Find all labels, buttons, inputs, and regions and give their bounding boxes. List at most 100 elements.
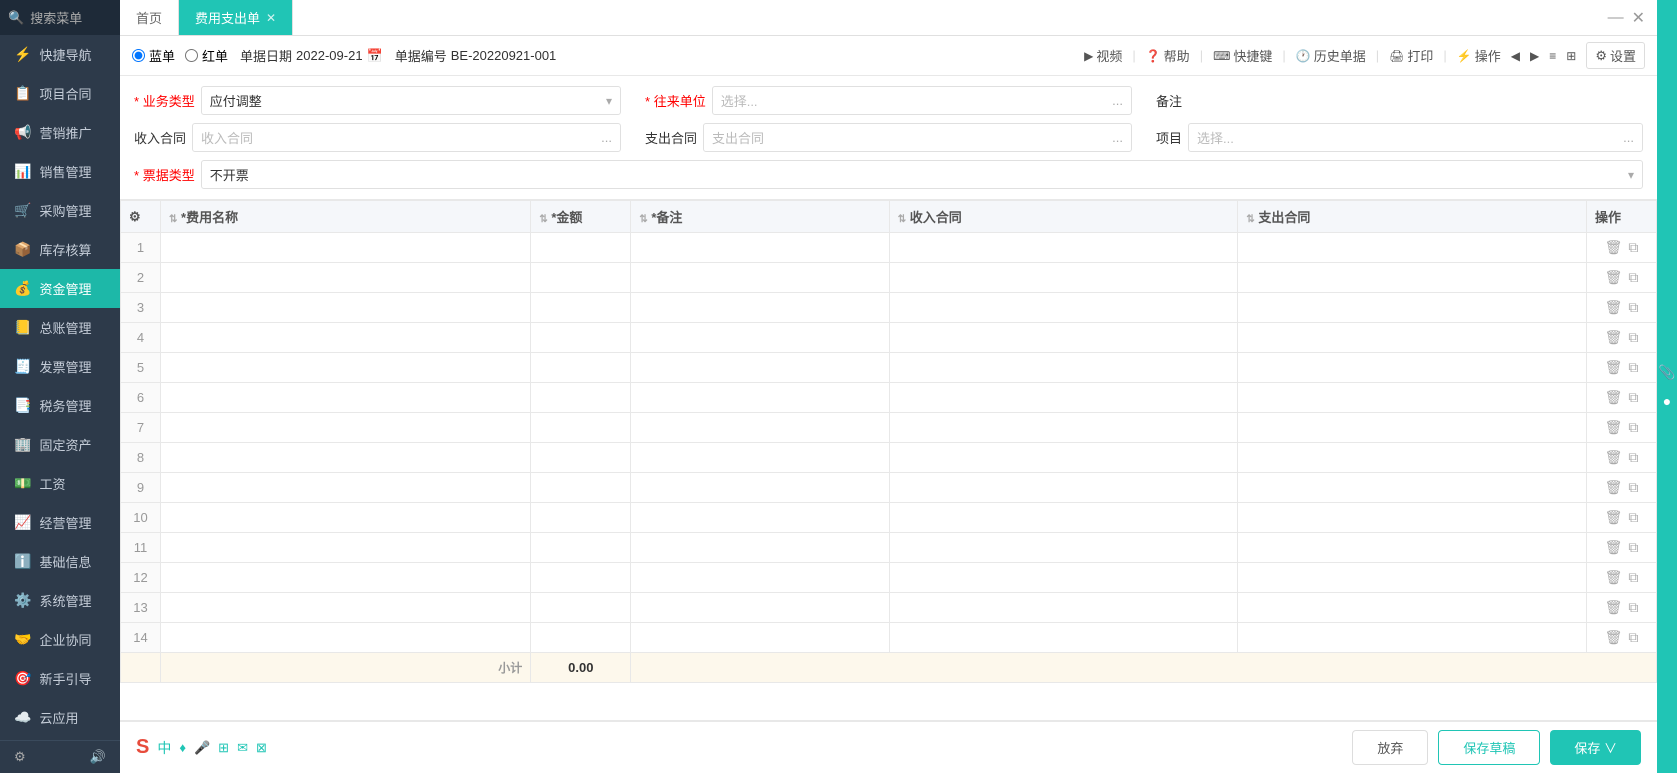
- cell-notes-14[interactable]: [631, 623, 889, 653]
- expense-contract-input[interactable]: 支出合同 ...: [703, 123, 1132, 152]
- help-btn[interactable]: ❓ 帮助: [1146, 46, 1190, 65]
- cell-income-contract-7[interactable]: [889, 413, 1238, 443]
- brand-icon-2[interactable]: ♦: [179, 740, 186, 755]
- cell-expense-contract-10[interactable]: [1238, 503, 1587, 533]
- date-value[interactable]: 2022-09-21: [296, 48, 363, 63]
- sidebar-item-invoice[interactable]: 🧾发票管理: [0, 347, 120, 386]
- delete-icon-6[interactable]: 🗑: [1605, 389, 1623, 406]
- sidebar-item-new-guide[interactable]: 🎯新手引导: [0, 659, 120, 698]
- sidebar-item-accounting[interactable]: 📒总账管理: [0, 308, 120, 347]
- sort-icon-income[interactable]: ⇅: [898, 214, 906, 225]
- cell-income-contract-13[interactable]: [889, 593, 1238, 623]
- shortcut-btn[interactable]: ⌨ 快捷键: [1213, 46, 1272, 65]
- sidebar-item-inventory[interactable]: 📦库存核算: [0, 230, 120, 269]
- copy-icon-11[interactable]: ⧉: [1628, 539, 1638, 556]
- delete-icon-8[interactable]: 🗑: [1605, 449, 1623, 466]
- cell-notes-4[interactable]: [631, 323, 889, 353]
- sidebar-item-purchase[interactable]: 🛒采购管理: [0, 191, 120, 230]
- cell-income-contract-6[interactable]: [889, 383, 1238, 413]
- cell-expense-contract-8[interactable]: [1238, 443, 1587, 473]
- cell-expense-name-3[interactable]: [161, 293, 531, 323]
- right-panel-attach-icon[interactable]: 📎: [1658, 360, 1675, 385]
- cell-income-contract-14[interactable]: [889, 623, 1238, 653]
- cell-income-contract-3[interactable]: [889, 293, 1238, 323]
- cell-amount-4[interactable]: [531, 323, 631, 353]
- sidebar-item-tax[interactable]: 📑税务管理: [0, 386, 120, 425]
- delete-icon-12[interactable]: 🗑: [1605, 569, 1623, 586]
- cell-amount-5[interactable]: [531, 353, 631, 383]
- business-type-select[interactable]: 应付调整 ▾: [201, 86, 621, 115]
- sidebar-search[interactable]: 🔍 搜索菜单: [0, 0, 120, 35]
- cell-expense-contract-4[interactable]: [1238, 323, 1587, 353]
- sort-icon-expense-c[interactable]: ⇅: [1246, 214, 1254, 225]
- radio-red[interactable]: 红单: [185, 46, 228, 65]
- cell-notes-2[interactable]: [631, 263, 889, 293]
- cell-expense-contract-6[interactable]: [1238, 383, 1587, 413]
- window-close[interactable]: ✕: [1632, 8, 1645, 28]
- cell-income-contract-2[interactable]: [889, 263, 1238, 293]
- cell-amount-12[interactable]: [531, 563, 631, 593]
- operate-btn[interactable]: ⚡ 操作: [1457, 46, 1501, 65]
- copy-icon-14[interactable]: ⧉: [1628, 629, 1638, 646]
- copy-icon-9[interactable]: ⧉: [1628, 479, 1638, 496]
- cell-notes-13[interactable]: [631, 593, 889, 623]
- cell-amount-13[interactable]: [531, 593, 631, 623]
- save-button[interactable]: 保存 ∨: [1550, 730, 1641, 765]
- cell-amount-6[interactable]: [531, 383, 631, 413]
- cell-income-contract-11[interactable]: [889, 533, 1238, 563]
- income-contract-dots[interactable]: ...: [601, 130, 612, 145]
- settings-btn[interactable]: ⚙ 设置: [1586, 42, 1645, 69]
- view-list-btn[interactable]: ≡: [1549, 49, 1556, 63]
- cell-expense-contract-11[interactable]: [1238, 533, 1587, 563]
- delete-icon-10[interactable]: 🗑: [1605, 509, 1623, 526]
- cell-expense-name-2[interactable]: [161, 263, 531, 293]
- sidebar-item-salary[interactable]: 💵工资: [0, 464, 120, 503]
- copy-icon-12[interactable]: ⧉: [1628, 569, 1638, 586]
- view-grid-btn[interactable]: ⊞: [1566, 49, 1576, 63]
- cell-amount-10[interactable]: [531, 503, 631, 533]
- copy-icon-1[interactable]: ⧉: [1628, 239, 1638, 256]
- cell-expense-name-5[interactable]: [161, 353, 531, 383]
- delete-icon-2[interactable]: 🗑: [1605, 269, 1623, 286]
- counterparty-dots[interactable]: ...: [1112, 93, 1123, 108]
- project-dots[interactable]: ...: [1623, 130, 1634, 145]
- cell-expense-contract-3[interactable]: [1238, 293, 1587, 323]
- discard-button[interactable]: 放弃: [1352, 730, 1428, 765]
- history-btn[interactable]: 🕐 历史单据: [1296, 46, 1366, 65]
- cell-expense-name-10[interactable]: [161, 503, 531, 533]
- cell-income-contract-8[interactable]: [889, 443, 1238, 473]
- save-draft-button[interactable]: 保存草稿: [1438, 730, 1540, 765]
- sidebar-item-fixed-assets[interactable]: 🏢固定资产: [0, 425, 120, 464]
- copy-icon-8[interactable]: ⧉: [1628, 449, 1638, 466]
- cell-expense-contract-5[interactable]: [1238, 353, 1587, 383]
- cell-amount-14[interactable]: [531, 623, 631, 653]
- nav-right-btn[interactable]: ▶: [1530, 49, 1539, 63]
- sort-icon-amount[interactable]: ⇅: [539, 214, 547, 225]
- settings-icon[interactable]: ⚙: [14, 749, 26, 765]
- tab-close-icon[interactable]: ✕: [266, 11, 276, 25]
- copy-icon-3[interactable]: ⧉: [1628, 299, 1638, 316]
- cell-notes-1[interactable]: [631, 233, 889, 263]
- cell-expense-name-9[interactable]: [161, 473, 531, 503]
- cell-expense-contract-14[interactable]: [1238, 623, 1587, 653]
- sidebar-item-sales[interactable]: 📊销售管理: [0, 152, 120, 191]
- delete-icon-7[interactable]: 🗑: [1605, 419, 1623, 436]
- cell-notes-5[interactable]: [631, 353, 889, 383]
- cell-expense-contract-7[interactable]: [1238, 413, 1587, 443]
- cell-income-contract-1[interactable]: [889, 233, 1238, 263]
- cell-amount-1[interactable]: [531, 233, 631, 263]
- copy-icon-7[interactable]: ⧉: [1628, 419, 1638, 436]
- sidebar-item-enterprise[interactable]: 🤝企业协同: [0, 620, 120, 659]
- invoice-type-select[interactable]: 不开票 ▾: [201, 160, 1643, 189]
- copy-icon-4[interactable]: ⧉: [1628, 329, 1638, 346]
- sidebar-item-cloud-apps[interactable]: ☁️云应用: [0, 698, 120, 737]
- cell-notes-8[interactable]: [631, 443, 889, 473]
- gear-icon[interactable]: ⚙: [129, 209, 141, 224]
- cell-expense-name-1[interactable]: [161, 233, 531, 263]
- brand-icon-1[interactable]: 中: [157, 738, 171, 758]
- delete-icon-13[interactable]: 🗑: [1605, 599, 1623, 616]
- cell-income-contract-12[interactable]: [889, 563, 1238, 593]
- col-gear[interactable]: ⚙: [121, 201, 161, 233]
- tab-expense[interactable]: 费用支出单 ✕: [179, 0, 293, 35]
- copy-icon-13[interactable]: ⧉: [1628, 599, 1638, 616]
